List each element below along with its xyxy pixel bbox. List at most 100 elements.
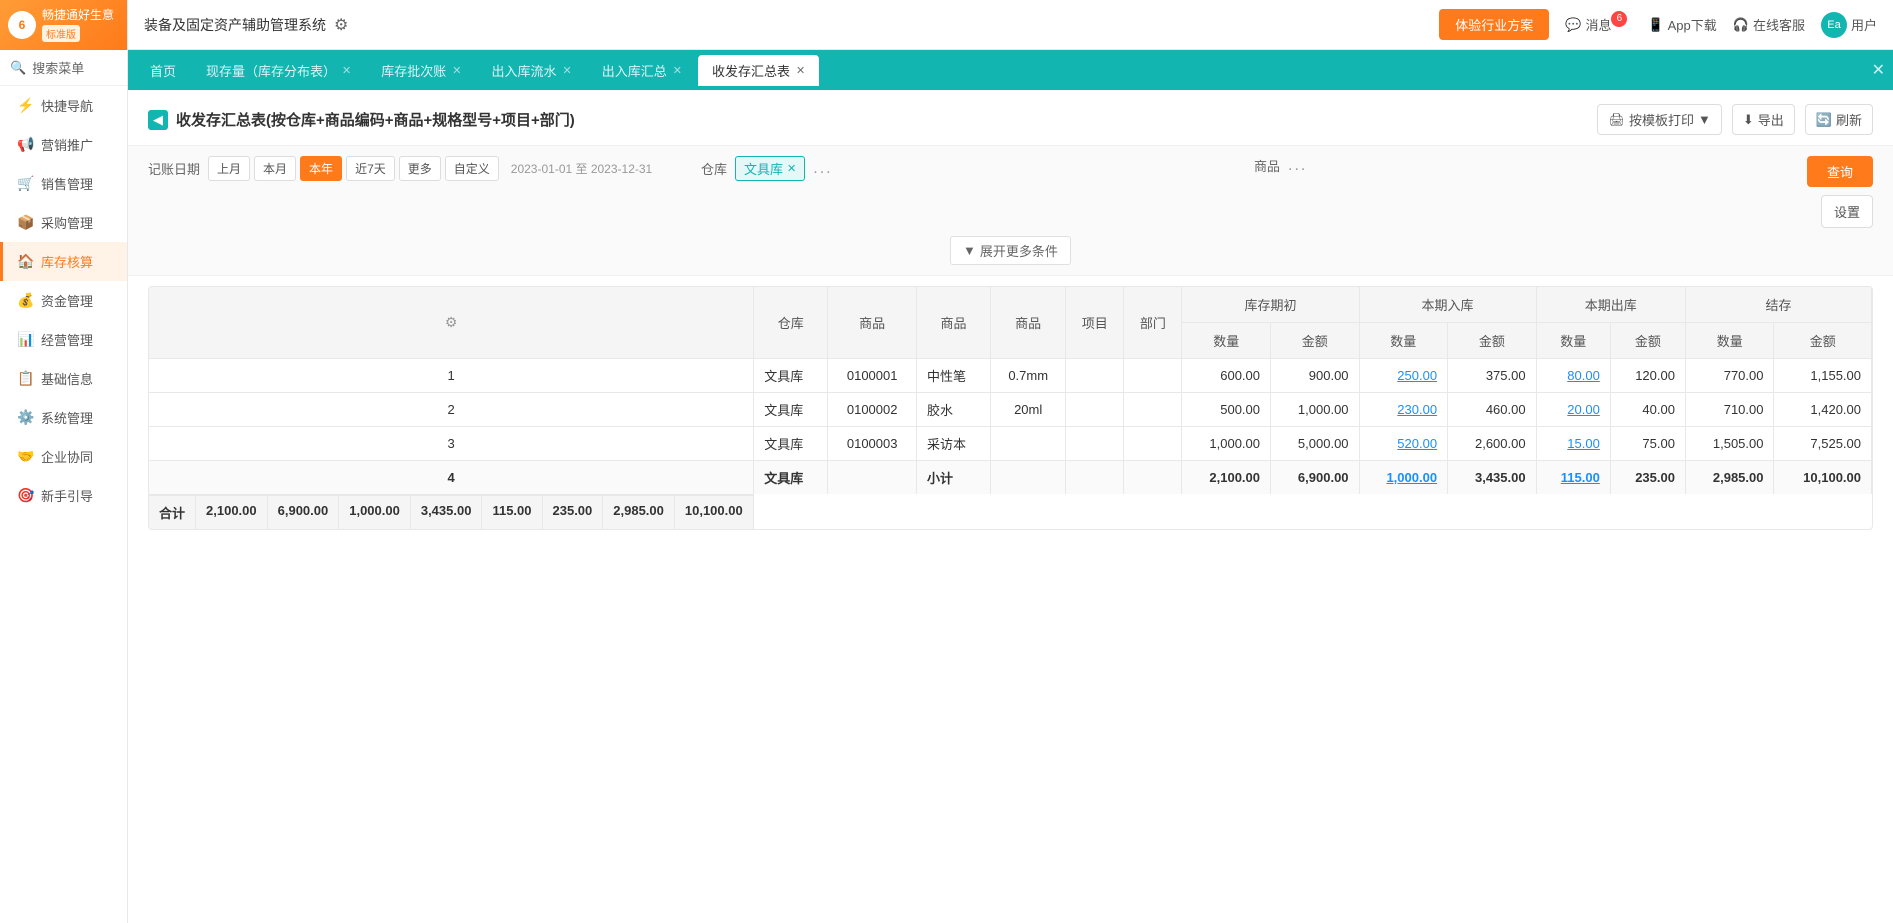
row-close-qty: 1,505.00 — [1685, 427, 1774, 461]
row-out-qty[interactable]: 115.00 — [1536, 461, 1610, 495]
sidebar-item-cooperation[interactable]: 🤝 企业协同 — [0, 437, 127, 476]
date-btn-custom[interactable]: 自定义 — [445, 156, 499, 181]
tab-home[interactable]: 首页 — [136, 55, 190, 86]
row-project — [1066, 359, 1124, 393]
footer-label: 合计 — [149, 496, 196, 529]
row-goods-code — [828, 461, 917, 495]
table-gear-icon[interactable]: ⚙ — [445, 314, 458, 330]
tab-close-inventory-dist[interactable]: ✕ — [342, 64, 351, 77]
th-settings: ⚙ — [149, 287, 754, 359]
user-menu-button[interactable]: Ea 用户 — [1821, 12, 1877, 38]
app-title: 畅捷通好生意 — [42, 8, 114, 24]
row-department — [1124, 393, 1182, 427]
row-goods-name: 中性笔 — [916, 359, 990, 393]
tab-receive-send-summary[interactable]: 收发存汇总表 ✕ — [698, 55, 819, 86]
tab-in-out-summary[interactable]: 出入库汇总 ✕ — [588, 55, 696, 86]
row-department — [1124, 427, 1182, 461]
warehouse-more-button[interactable]: ... — [813, 160, 832, 178]
th-project: 项目 — [1066, 287, 1124, 359]
refresh-button[interactable]: 🔄 刷新 — [1805, 104, 1873, 135]
tab-inventory-dist[interactable]: 现存量（库存分布表） ✕ — [192, 55, 365, 86]
footer-close-amt: 10,100.00 — [675, 496, 754, 529]
row-goods-spec — [991, 461, 1066, 495]
row-in-amt: 2,600.00 — [1448, 427, 1537, 461]
row-open-qty: 1,000.00 — [1182, 427, 1271, 461]
expand-conditions-button[interactable]: ▼ 展开更多条件 — [950, 236, 1071, 265]
settings-gear-icon[interactable]: ⚙ — [334, 15, 348, 35]
row-goods-code: 0100001 — [828, 359, 917, 393]
row-in-qty[interactable]: 520.00 — [1359, 427, 1448, 461]
row-out-amt: 120.00 — [1610, 359, 1685, 393]
row-in-qty[interactable]: 230.00 — [1359, 393, 1448, 427]
row-in-qty[interactable]: 1,000.00 — [1359, 461, 1448, 495]
try-industry-button[interactable]: 体验行业方案 — [1439, 9, 1549, 40]
th-out-amt: 金额 — [1610, 323, 1685, 359]
date-buttons: 上月 本月 本年 近7天 更多 自定义 — [208, 156, 499, 181]
row-goods-spec: 20ml — [991, 393, 1066, 427]
export-button[interactable]: ⬇ 导出 — [1732, 104, 1795, 135]
row-out-qty[interactable]: 80.00 — [1536, 359, 1610, 393]
sidebar-item-marketing[interactable]: 📢 营销推广 — [0, 125, 127, 164]
tab-close-in-out-flow[interactable]: ✕ — [563, 64, 572, 77]
tab-batch-ledger[interactable]: 库存批次账 ✕ — [367, 55, 475, 86]
tab-close-receive-send[interactable]: ✕ — [796, 64, 805, 77]
table-row: 1文具库0100001中性笔0.7mm600.00900.00250.00375… — [149, 359, 1872, 393]
row-out-qty[interactable]: 20.00 — [1536, 393, 1610, 427]
footer-in-amt: 3,435.00 — [411, 496, 483, 529]
collapse-button[interactable]: ◀ — [148, 110, 168, 130]
row-in-qty[interactable]: 250.00 — [1359, 359, 1448, 393]
warehouse-tag-close[interactable]: ✕ — [787, 162, 796, 175]
row-in-amt: 460.00 — [1448, 393, 1537, 427]
system-icon: ⚙️ — [17, 409, 33, 426]
date-btn-this-year[interactable]: 本年 — [300, 156, 342, 181]
sidebar-item-purchase[interactable]: 📦 采购管理 — [0, 203, 127, 242]
tab-close-in-out-summary[interactable]: ✕ — [673, 64, 682, 77]
row-out-qty[interactable]: 15.00 — [1536, 427, 1610, 461]
sidebar-item-system[interactable]: ⚙️ 系统管理 — [0, 398, 127, 437]
message-button[interactable]: 💬 消息 6 — [1565, 15, 1631, 34]
sidebar-item-finance[interactable]: 💰 资金管理 — [0, 281, 127, 320]
sidebar-item-basic-info[interactable]: 📋 基础信息 — [0, 359, 127, 398]
row-no: 3 — [149, 427, 754, 461]
row-project — [1066, 393, 1124, 427]
row-warehouse: 文具库 — [754, 359, 828, 393]
warehouse-tag: 文具库 ✕ — [735, 156, 805, 181]
app-subtitle: 标准版 — [42, 25, 80, 42]
tab-in-out-flow[interactable]: 出入库流水 ✕ — [477, 55, 585, 86]
avatar: Ea — [1821, 12, 1847, 38]
table-section: ⚙ 仓库 商品 商品 商品 项目 部门 库存期初 本期入库 本期出库 结存 — [128, 276, 1893, 540]
date-btn-7days[interactable]: 近7天 — [346, 156, 395, 181]
page-title: 收发存汇总表(按仓库+商品编码+商品+规格型号+项目+部门) — [176, 109, 575, 130]
tab-close-batch-ledger[interactable]: ✕ — [452, 64, 461, 77]
setting-button[interactable]: 设置 — [1821, 195, 1873, 228]
print-button[interactable]: 🖨 按模板打印 ▼ — [1597, 104, 1721, 135]
sidebar-item-sales[interactable]: 🛒 销售管理 — [0, 164, 127, 203]
date-range: 2023-01-01 至 2023-12-31 — [511, 160, 652, 177]
row-close-amt: 10,100.00 — [1774, 461, 1872, 495]
row-department — [1124, 461, 1182, 495]
app-download-button[interactable]: 📱 App下载 — [1647, 15, 1716, 34]
date-btn-more[interactable]: 更多 — [399, 156, 441, 181]
th-in: 本期入库 — [1359, 287, 1536, 323]
marketing-icon: 📢 — [17, 136, 33, 153]
online-service-button[interactable]: 🎧 在线客服 — [1733, 15, 1805, 34]
footer-in-qty: 1,000.00 — [339, 496, 411, 529]
query-button[interactable]: 查询 — [1807, 156, 1873, 187]
th-open-amt: 金额 — [1271, 323, 1360, 359]
goods-more-button[interactable]: ... — [1288, 157, 1307, 175]
sidebar-item-quick-nav[interactable]: ⚡ 快捷导航 — [0, 86, 127, 125]
sidebar-item-inventory[interactable]: 🏠 库存核算 — [0, 242, 127, 281]
row-close-amt: 1,155.00 — [1774, 359, 1872, 393]
close-tab-area-button[interactable]: ✕ — [1872, 60, 1885, 80]
cooperation-icon: 🤝 — [17, 448, 33, 465]
search-menu[interactable]: 🔍 搜索菜单 — [0, 50, 127, 86]
date-btn-last-month[interactable]: 上月 — [208, 156, 250, 181]
row-open-amt: 5,000.00 — [1271, 427, 1360, 461]
row-goods-code: 0100003 — [828, 427, 917, 461]
sidebar-item-operations[interactable]: 📊 经营管理 — [0, 320, 127, 359]
date-btn-this-month[interactable]: 本月 — [254, 156, 296, 181]
row-open-amt: 1,000.00 — [1271, 393, 1360, 427]
th-close-qty: 数量 — [1685, 323, 1774, 359]
sidebar-item-guide[interactable]: 🎯 新手引导 — [0, 476, 127, 515]
data-table-wrapper: ⚙ 仓库 商品 商品 商品 项目 部门 库存期初 本期入库 本期出库 结存 — [148, 286, 1873, 530]
